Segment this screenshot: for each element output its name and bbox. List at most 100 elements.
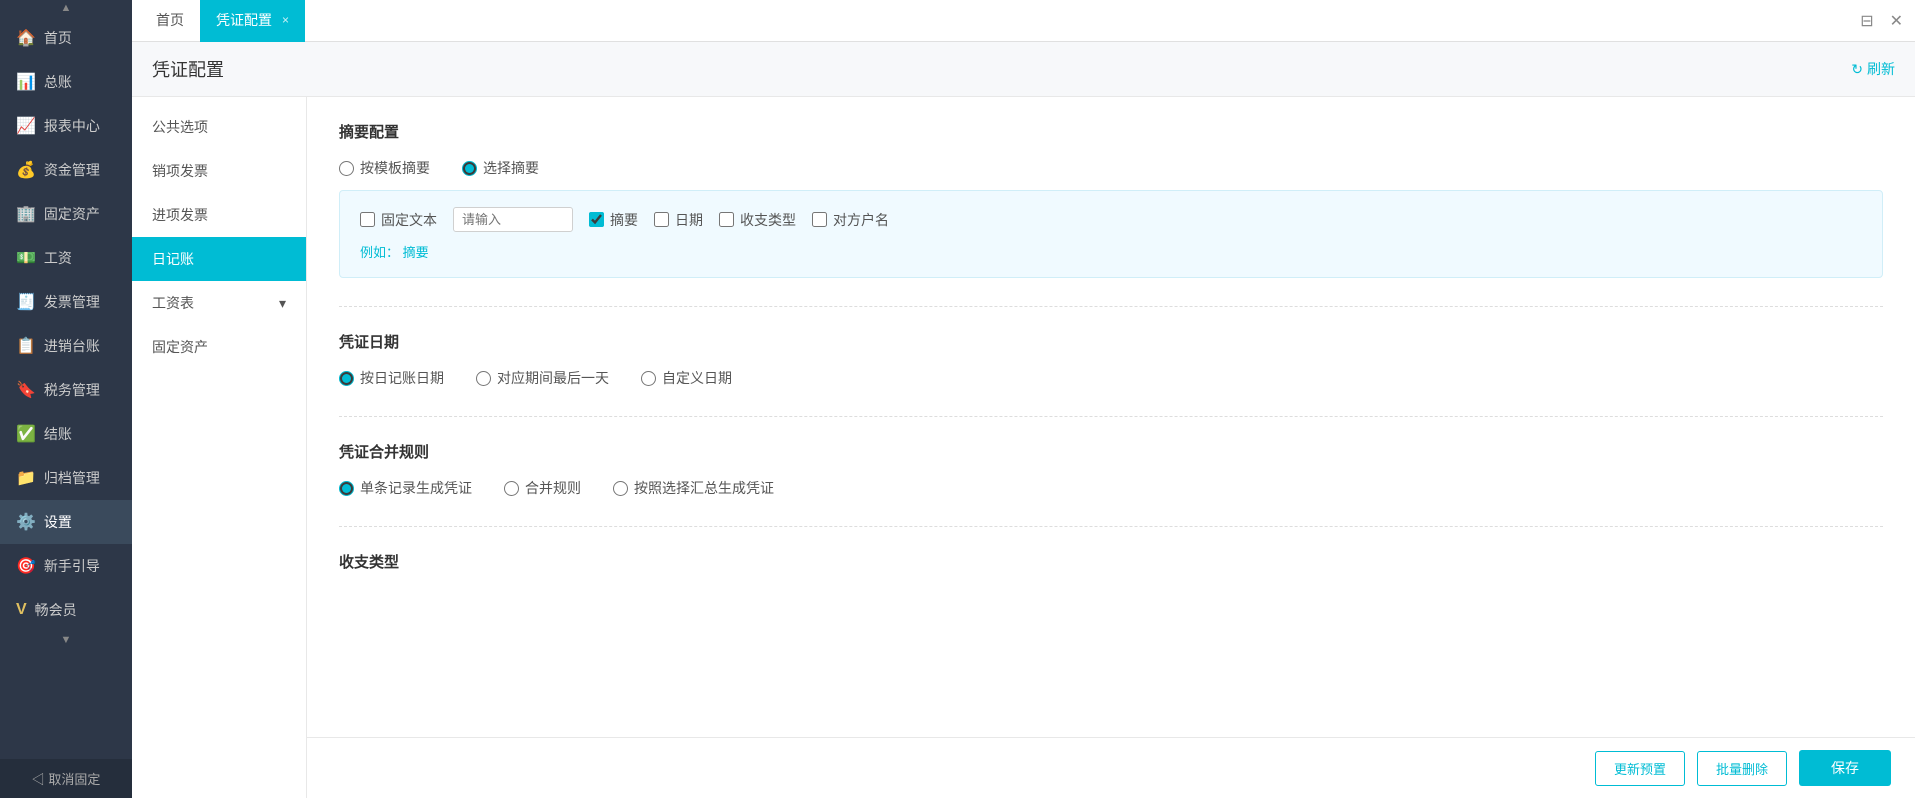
sidebar-item-home[interactable]: 🏠 首页 — [0, 16, 132, 60]
chevron-down-icon: ▾ — [279, 295, 286, 312]
right-content: 摘要配置 按模板摘要 选择摘要 — [307, 97, 1915, 798]
radio-by-journal-date[interactable]: 按日记账日期 — [339, 368, 444, 388]
sidebar-item-guide[interactable]: 🎯 新手引导 — [0, 544, 132, 588]
update-preview-button[interactable]: 更新预置 — [1595, 751, 1685, 786]
merge-rules-section: 凭证合并规则 单条记录生成凭证 合并规则 按照选择汇总生成凭证 — [339, 441, 1883, 498]
sidebar-scroll-down[interactable]: ▼ — [0, 632, 132, 648]
checkbox-income-type-input[interactable] — [719, 212, 734, 227]
checkbox-summary-input[interactable] — [589, 212, 604, 227]
sidebar-item-general-ledger[interactable]: 📊 总账 — [0, 60, 132, 104]
window-close-button[interactable]: ✕ — [1886, 7, 1907, 35]
sidebar-cancel-pin[interactable]: ◁ 取消固定 — [0, 759, 132, 798]
pin-icon: ◁ — [32, 772, 45, 787]
assets-icon: 🏢 — [16, 204, 36, 224]
left-nav: 公共选项 销项发票 进项发票 日记账 工资表 ▾ 固定资产 — [132, 97, 307, 798]
tab-home[interactable]: 首页 — [140, 0, 200, 42]
radio-template-summary-input[interactable] — [339, 161, 354, 176]
divider-2 — [339, 416, 1883, 417]
purchase-icon: 📋 — [16, 336, 36, 356]
radio-journal-date-input[interactable] — [339, 371, 354, 386]
bottom-spacer — [339, 600, 1883, 660]
content-area: 凭证配置 ↻ 刷新 公共选项 销项发票 进项发票 日记账 — [132, 42, 1915, 798]
guide-icon: 🎯 — [16, 556, 36, 576]
divider-3 — [339, 526, 1883, 527]
radio-select-summary-input[interactable] — [462, 161, 477, 176]
window-minimize-button[interactable]: ⊟ — [1856, 7, 1877, 35]
radio-template-summary[interactable]: 按模板摘要 — [339, 158, 430, 178]
sidebar: ▲ 🏠 首页 📊 总账 📈 报表中心 💰 资金管理 🏢 固定资产 💵 工资 🧾 … — [0, 0, 132, 798]
checkbox-counterparty[interactable]: 对方户名 — [812, 210, 889, 230]
voucher-date-section: 凭证日期 按日记账日期 对应期间最后一天 自定义日期 — [339, 331, 1883, 388]
sidebar-item-report-center[interactable]: 📈 报表中心 — [0, 104, 132, 148]
checkbox-counterparty-input[interactable] — [812, 212, 827, 227]
tab-bar: 首页 凭证配置 × ⊟ ✕ — [132, 0, 1915, 42]
page-title: 凭证配置 — [152, 56, 224, 82]
left-nav-sales-invoice[interactable]: 销项发票 — [132, 149, 306, 193]
sidebar-scroll-up[interactable]: ▲ — [0, 0, 132, 16]
fixed-text-input[interactable] — [453, 207, 573, 232]
radio-custom-date-input[interactable] — [641, 371, 656, 386]
page-header: 凭证配置 ↻ 刷新 — [132, 42, 1915, 97]
tax-icon: 🔖 — [16, 380, 36, 400]
summary-checkbox-group: 固定文本 摘要 日期 — [339, 190, 1883, 278]
radio-aggregate-input[interactable] — [613, 481, 628, 496]
radio-single-record[interactable]: 单条记录生成凭证 — [339, 478, 472, 498]
sidebar-item-checkout[interactable]: ✅ 结账 — [0, 412, 132, 456]
merge-rules-radio-group: 单条记录生成凭证 合并规则 按照选择汇总生成凭证 — [339, 478, 1883, 498]
checkbox-summary[interactable]: 摘要 — [589, 210, 638, 230]
radio-last-day-input[interactable] — [476, 371, 491, 386]
bottom-actions: 更新预置 批量删除 保存 — [307, 737, 1915, 798]
left-nav-purchase-invoice[interactable]: 进项发票 — [132, 193, 306, 237]
summary-config-title: 摘要配置 — [339, 121, 1883, 142]
checkbox-fixed-text[interactable]: 固定文本 — [360, 210, 437, 230]
two-col-layout: 公共选项 销项发票 进项发票 日记账 工资表 ▾ 固定资产 — [132, 97, 1915, 798]
tab-actions: ⊟ ✕ — [1856, 7, 1907, 35]
settings-icon: ⚙️ — [16, 512, 36, 532]
income-type-section: 收支类型 — [339, 551, 1883, 572]
sidebar-item-invoice[interactable]: 🧾 发票管理 — [0, 280, 132, 324]
checkbox-fixed-text-input[interactable] — [360, 212, 375, 227]
voucher-date-radio-group: 按日记账日期 对应期间最后一天 自定义日期 — [339, 368, 1883, 388]
checkbox-date[interactable]: 日期 — [654, 210, 703, 230]
ledger-icon: 📊 — [16, 72, 36, 92]
left-nav-journal[interactable]: 日记账 — [132, 237, 306, 281]
salary-icon: 💵 — [16, 248, 36, 268]
summary-config-section: 摘要配置 按模板摘要 选择摘要 — [339, 121, 1883, 278]
sidebar-item-purchase-sales[interactable]: 📋 进销台账 — [0, 324, 132, 368]
checkbox-date-input[interactable] — [654, 212, 669, 227]
report-icon: 📈 — [16, 116, 36, 136]
radio-select-summary[interactable]: 选择摘要 — [462, 158, 539, 178]
vip-icon: V — [16, 601, 27, 619]
checkbox-row: 固定文本 摘要 日期 — [360, 207, 1862, 232]
home-icon: 🏠 — [16, 28, 36, 48]
save-button[interactable]: 保存 — [1799, 750, 1891, 786]
radio-custom-date[interactable]: 自定义日期 — [641, 368, 732, 388]
left-nav-payroll[interactable]: 工资表 ▾ — [132, 281, 306, 325]
income-type-title: 收支类型 — [339, 551, 1883, 572]
sidebar-item-settings[interactable]: ⚙️ 设置 — [0, 500, 132, 544]
fund-icon: 💰 — [16, 160, 36, 180]
sidebar-item-tax[interactable]: 🔖 税务管理 — [0, 368, 132, 412]
tab-close-icon[interactable]: × — [282, 13, 289, 27]
checkout-icon: ✅ — [16, 424, 36, 444]
sidebar-item-salary[interactable]: 💵 工资 — [0, 236, 132, 280]
radio-single-record-input[interactable] — [339, 481, 354, 496]
radio-last-day-of-period[interactable]: 对应期间最后一天 — [476, 368, 609, 388]
sidebar-item-archive[interactable]: 📁 归档管理 — [0, 456, 132, 500]
sidebar-item-fixed-assets[interactable]: 🏢 固定资产 — [0, 192, 132, 236]
checkbox-income-type[interactable]: 收支类型 — [719, 210, 796, 230]
left-nav-public-options[interactable]: 公共选项 — [132, 105, 306, 149]
radio-merge-rule[interactable]: 合并规则 — [504, 478, 581, 498]
left-nav-fixed-assets[interactable]: 固定资产 — [132, 325, 306, 369]
archive-icon: 📁 — [16, 468, 36, 488]
radio-merge-rule-input[interactable] — [504, 481, 519, 496]
voucher-date-title: 凭证日期 — [339, 331, 1883, 352]
sidebar-item-fund-management[interactable]: 💰 资金管理 — [0, 148, 132, 192]
tab-voucher-config[interactable]: 凭证配置 × — [200, 0, 305, 42]
radio-aggregate-by-selection[interactable]: 按照选择汇总生成凭证 — [613, 478, 774, 498]
sidebar-item-vip[interactable]: V 畅会员 — [0, 588, 132, 632]
batch-delete-button[interactable]: 批量删除 — [1697, 751, 1787, 786]
merge-rules-title: 凭证合并规则 — [339, 441, 1883, 462]
summary-radio-group: 按模板摘要 选择摘要 — [339, 158, 1883, 178]
refresh-button[interactable]: ↻ 刷新 — [1851, 59, 1895, 79]
